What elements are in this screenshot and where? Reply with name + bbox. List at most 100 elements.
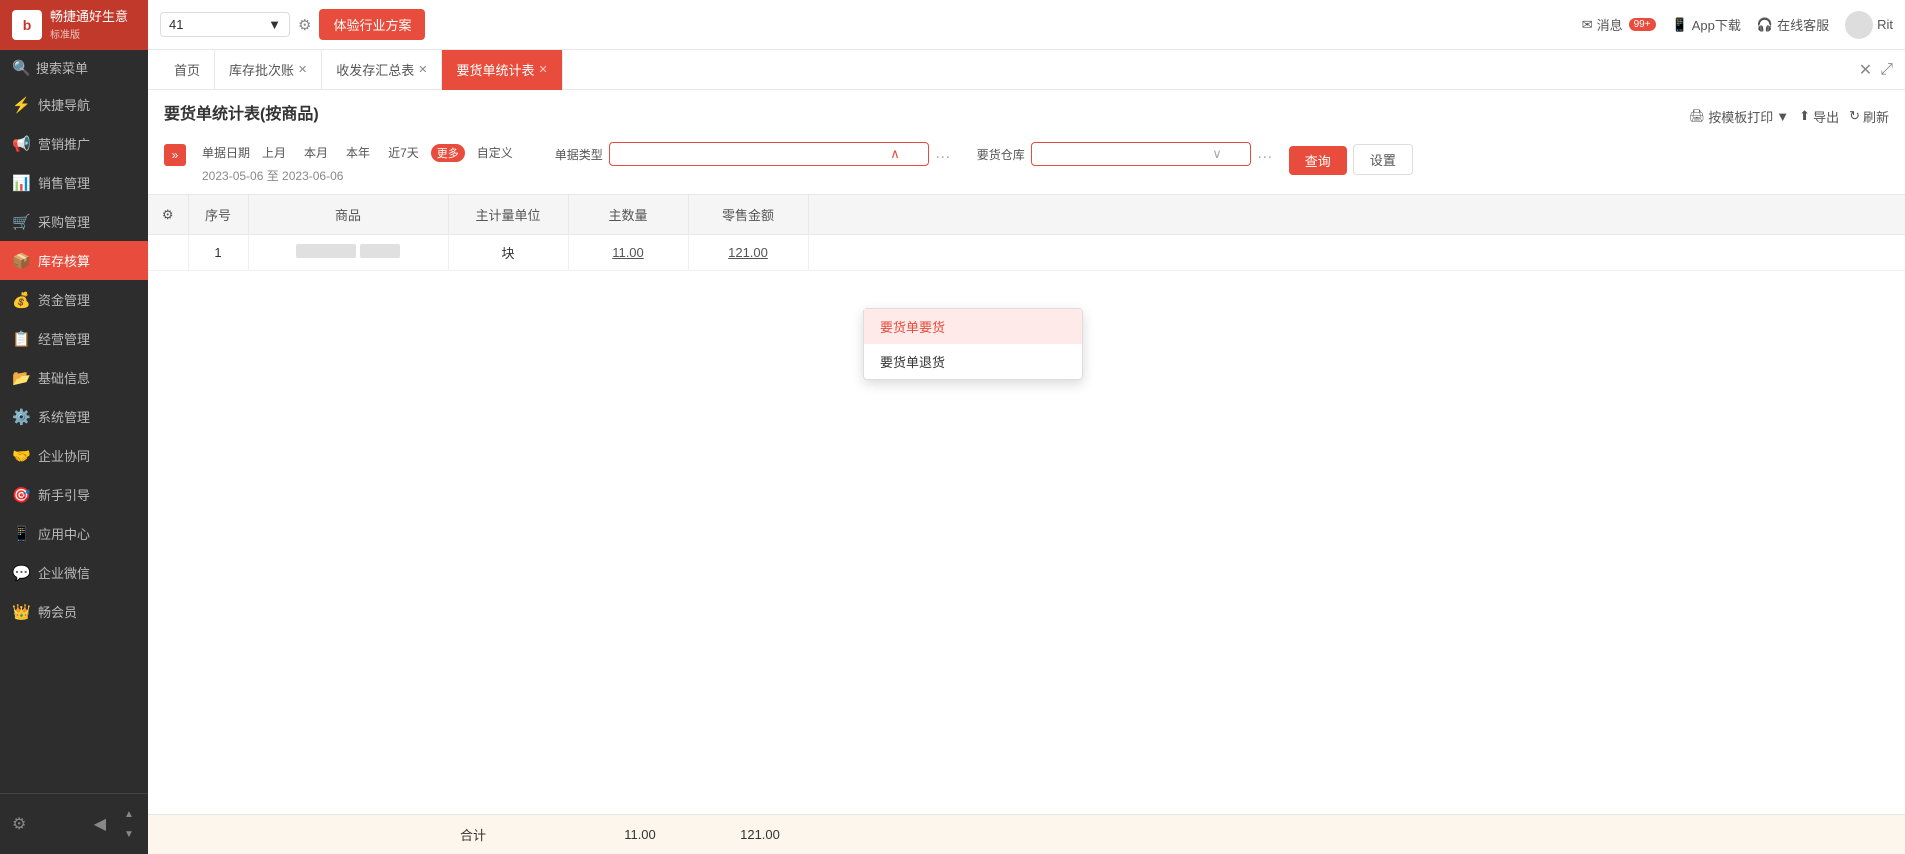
filter-type-group: 单据类型 ∧ … <box>555 142 951 166</box>
enterprise-icon: 🤝 <box>12 447 30 465</box>
date-label: 单据日期 <box>202 144 250 161</box>
avatar <box>1845 11 1873 39</box>
app-subtitle: 标准版 <box>50 26 128 41</box>
warehouse-label: 要货仓库 <box>977 146 1025 163</box>
settings-button[interactable]: 设置 <box>1353 144 1413 175</box>
sidebar-item-sales[interactable]: 📊 销售管理 <box>0 163 148 202</box>
date-btn-this-year[interactable]: 本年 <box>340 142 376 163</box>
table-footer: 合计 11.00 121.00 <box>148 814 1905 854</box>
app-download-item[interactable]: 📱 App下载 <box>1672 15 1741 34</box>
filter-bar: » 单据日期 上月 本月 本年 近7天 更多 自定义 2023-05-06 至 … <box>148 132 1905 195</box>
dropdown-item-order[interactable]: 要货单要货 <box>864 309 1082 344</box>
tab-batch-label: 库存批次账 <box>229 60 294 79</box>
page-header: 要货单统计表(按商品) 🖨 按模板打印 ▼ ⬆ 导出 ↻ 刷新 <box>148 90 1905 132</box>
sidebar-item-label: 采购管理 <box>38 212 90 231</box>
app-title: 畅捷通好生意 <box>50 9 128 26</box>
message-badge: 99+ <box>1629 18 1656 31</box>
td-no: 1 <box>188 235 248 271</box>
sidebar-item-label: 快捷导航 <box>38 95 90 114</box>
footer-quantity: 11.00 <box>580 827 700 842</box>
type-select[interactable]: ∧ <box>609 142 929 166</box>
refresh-action[interactable]: ↻ 刷新 <box>1849 107 1889 126</box>
close-all-icon[interactable]: ✕ <box>1859 60 1872 80</box>
sidebar-item-label: 营销推广 <box>38 134 90 153</box>
message-icon: ✉ <box>1582 17 1593 33</box>
tab-order-stats-close[interactable]: ✕ <box>539 63 548 76</box>
sidebar-item-label: 企业微信 <box>38 563 90 582</box>
online-service-label: 在线客服 <box>1777 15 1829 34</box>
sidebar-item-label: 库存核算 <box>38 251 90 270</box>
th-settings[interactable]: ⚙ <box>148 195 188 235</box>
scroll-up-arrow[interactable]: ▲ <box>122 804 136 824</box>
tab-batch[interactable]: 库存批次账 ✕ <box>215 50 322 90</box>
topbar-settings-icon[interactable]: ⚙ <box>298 16 311 34</box>
td-unit: 块 <box>448 235 568 271</box>
date-btn-this-month[interactable]: 本月 <box>298 142 334 163</box>
product-placeholder-2 <box>360 244 400 258</box>
type-caret-icon: ∧ <box>890 146 900 162</box>
column-settings-icon: ⚙ <box>162 207 174 222</box>
th-no: 序号 <box>188 195 248 235</box>
warehouse-more-icon[interactable]: … <box>1257 145 1273 163</box>
tab-receivable-label: 收发存汇总表 <box>336 60 414 79</box>
type-dropdown-menu: 要货单要货 要货单退货 <box>863 308 1083 380</box>
tab-home[interactable]: 首页 <box>160 50 215 90</box>
th-amount: 零售金额 <box>688 195 808 235</box>
sidebar-item-enterprise[interactable]: 🤝 企业协同 <box>0 436 148 475</box>
date-btn-last-month[interactable]: 上月 <box>256 142 292 163</box>
sidebar-item-label: 销售管理 <box>38 173 90 192</box>
sidebar-item-purchase[interactable]: 🛒 采购管理 <box>0 202 148 241</box>
date-btn-7days[interactable]: 近7天 <box>382 142 425 163</box>
sidebar-item-marketing[interactable]: 📢 营销推广 <box>0 124 148 163</box>
td-extra <box>808 235 1905 271</box>
tab-batch-close[interactable]: ✕ <box>298 63 307 76</box>
type-more-icon[interactable]: … <box>935 145 951 163</box>
sidebar-collapse-icon[interactable]: ◀ <box>94 814 106 834</box>
sidebar-item-appstore[interactable]: 📱 应用中心 <box>0 514 148 553</box>
topbar-right: ✉ 消息 99+ 📱 App下载 🎧 在线客服 Rit <box>1582 11 1893 39</box>
inventory-icon: 📦 <box>12 252 30 270</box>
expand-icon[interactable]: ⤢ <box>1880 61 1893 79</box>
tab-order-stats[interactable]: 要货单统计表 ✕ <box>442 50 562 90</box>
sidebar-item-label: 基础信息 <box>38 368 90 387</box>
app-download-label: App下载 <box>1692 15 1741 34</box>
user-avatar-item[interactable]: Rit <box>1845 11 1893 39</box>
type-label: 单据类型 <box>555 146 603 163</box>
sidebar-item-wechat[interactable]: 💬 企业微信 <box>0 553 148 592</box>
sidebar-item-member[interactable]: 👑 畅会员 <box>0 592 148 631</box>
date-btn-custom[interactable]: 自定义 <box>471 142 519 163</box>
sidebar-item-finance[interactable]: 💰 资金管理 <box>0 280 148 319</box>
sidebar-item-basic[interactable]: 📂 基础信息 <box>0 358 148 397</box>
print-action[interactable]: 🖨 按模板打印 ▼ <box>1689 107 1789 126</box>
dropdown-item-return[interactable]: 要货单退货 <box>864 344 1082 379</box>
date-range: 2023-05-06 至 2023-06-06 <box>202 169 343 183</box>
trial-button[interactable]: 体验行业方案 <box>319 9 425 40</box>
export-action[interactable]: ⬆ 导出 <box>1799 107 1839 126</box>
date-btn-more[interactable]: 更多 <box>431 144 465 162</box>
filter-warehouse-group: 要货仓库 ∨ … <box>977 142 1273 166</box>
sidebar-item-guide[interactable]: 🎯 新手引导 <box>0 475 148 514</box>
warehouse-caret-icon: ∨ <box>1212 146 1222 162</box>
company-selector[interactable]: 41 ▼ <box>160 12 290 37</box>
message-item[interactable]: ✉ 消息 99+ <box>1582 15 1656 34</box>
scroll-down-arrow[interactable]: ▼ <box>122 824 136 844</box>
filter-expand-btn[interactable]: » <box>164 144 186 166</box>
sidebar-item-label: 畅会员 <box>38 602 77 621</box>
sidebar-search[interactable]: 🔍 搜索菜单 <box>0 50 148 85</box>
tab-receivable[interactable]: 收发存汇总表 ✕ <box>322 50 442 90</box>
warehouse-select[interactable]: ∨ <box>1031 142 1251 166</box>
sidebar-item-shortcut[interactable]: ⚡ 快捷导航 <box>0 85 148 124</box>
search-button[interactable]: 查询 <box>1289 146 1347 175</box>
sidebar-item-inventory[interactable]: 📦 库存核算 <box>0 241 148 280</box>
tab-order-stats-label: 要货单统计表 <box>456 60 534 79</box>
sidebar-item-operation[interactable]: 📋 经营管理 <box>0 319 148 358</box>
company-name: 41 <box>169 17 183 32</box>
tab-receivable-close[interactable]: ✕ <box>418 63 427 76</box>
sidebar-settings-icon[interactable]: ⚙ <box>12 814 26 834</box>
sidebar-item-system[interactable]: ⚙️ 系统管理 <box>0 397 148 436</box>
export-label: 导出 <box>1813 107 1839 126</box>
sidebar-item-label: 经营管理 <box>38 329 90 348</box>
online-service-item[interactable]: 🎧 在线客服 <box>1757 15 1829 34</box>
td-quantity: 11.00 <box>568 235 688 271</box>
topbar-left: 41 ▼ ⚙ 体验行业方案 <box>160 9 1572 40</box>
